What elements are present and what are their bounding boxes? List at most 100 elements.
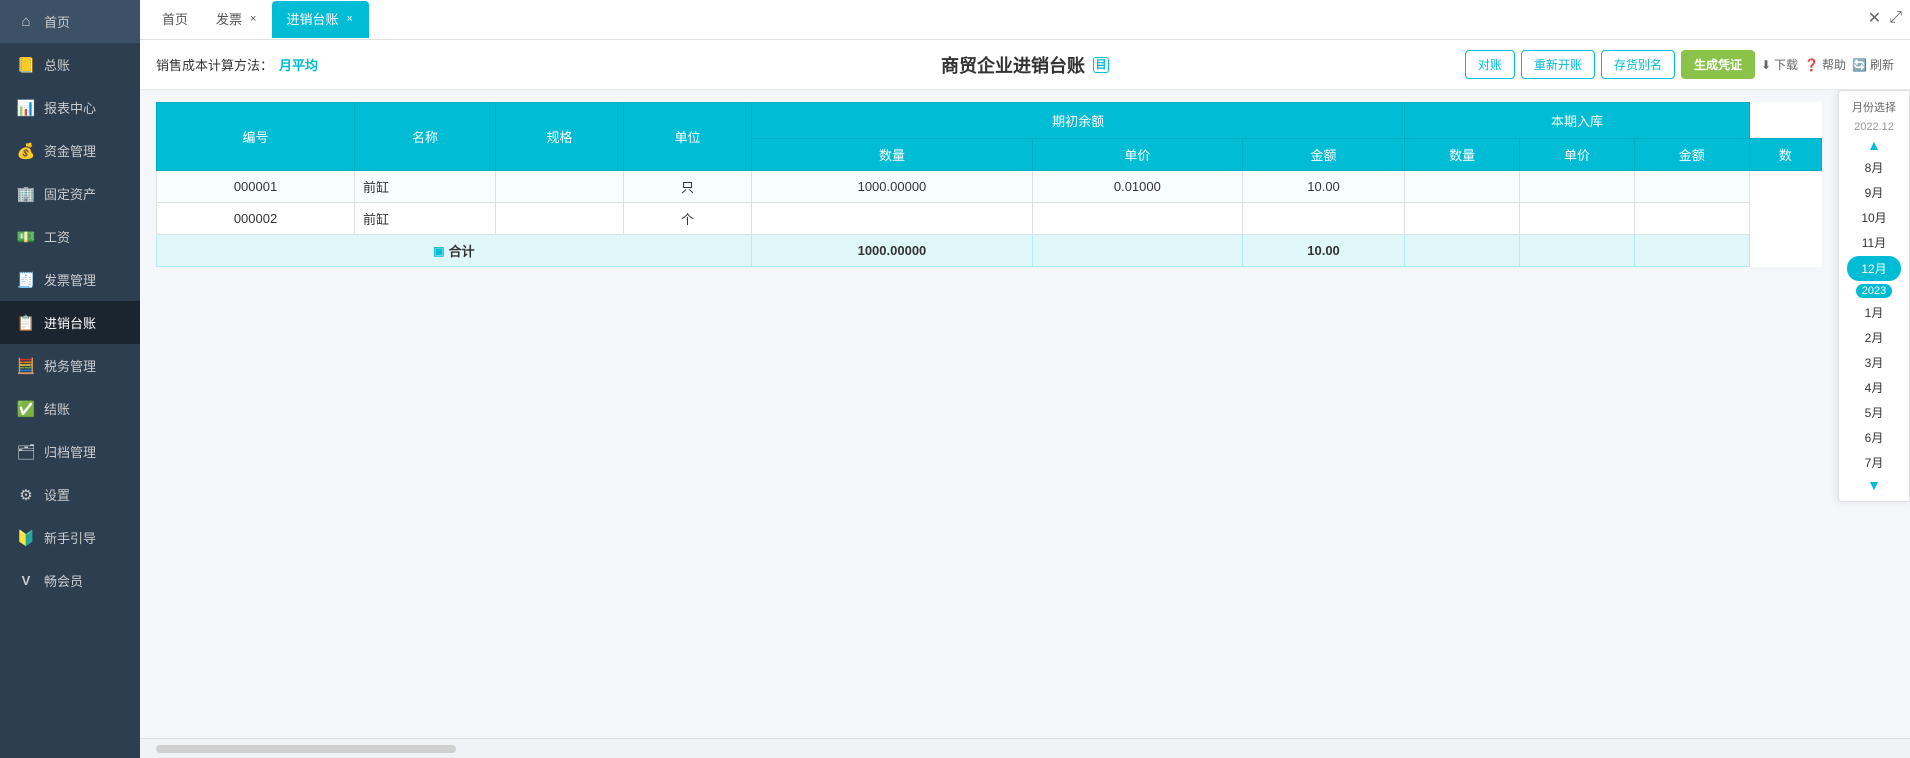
invoice-icon: 🧾 — [16, 271, 36, 289]
col-header-unit: 单位 — [624, 103, 752, 171]
page-title: 商贸企业进销台账 — [941, 52, 1085, 78]
archive-icon: 🗂 — [16, 443, 36, 461]
month-nav-down-button[interactable]: ▼ — [1867, 477, 1881, 493]
shengcheng-button[interactable]: 生成凭证 — [1681, 50, 1755, 79]
sidebar-item-member[interactable]: V 畅会员 — [0, 559, 140, 602]
toolbar-right: 对账 重新开账 存货别名 生成凭证 ⬇ 下载 ❓ 帮助 🔄 刷新 — [1464, 50, 1895, 79]
row-unit: 个 — [624, 203, 752, 235]
row-name: 前缸 — [355, 171, 496, 203]
salary-icon: 💵 — [16, 228, 36, 246]
inventory-table: 编号 名称 规格 单位 期初余额 本期入库 数量 单价 金额 数量 — [156, 102, 1822, 267]
sidebar-item-ledger[interactable]: 📒 总账 — [0, 43, 140, 86]
total-qi-price — [1032, 235, 1242, 267]
row-in-amount — [1634, 203, 1749, 235]
row-spec — [496, 203, 624, 235]
year-2023-badge: 2023 — [1856, 284, 1892, 298]
row-in-qty — [1405, 171, 1520, 203]
sidebar-item-label: 归档管理 — [44, 442, 96, 461]
horizontal-scrollbar[interactable] — [156, 745, 456, 753]
table-row: 000002 前缸 个 — [157, 203, 1822, 235]
col-header-spec: 规格 — [496, 103, 624, 171]
sidebar-item-tax[interactable]: 🧮 税务管理 — [0, 344, 140, 387]
month-item-2023-6[interactable]: 6月 — [1839, 425, 1909, 450]
sidebar-item-assets[interactable]: 🏢 固定资产 — [0, 172, 140, 215]
month-item-10[interactable]: 10月 — [1839, 205, 1909, 230]
help-icon: ❓ — [1804, 58, 1819, 72]
sidebar-item-label: 工资 — [44, 227, 70, 246]
row-qi-price: 0.01000 — [1032, 171, 1242, 203]
total-in-qty — [1405, 235, 1520, 267]
funds-icon: 💰 — [16, 142, 36, 160]
month-item-9[interactable]: 9月 — [1839, 180, 1909, 205]
table-row: 000001 前缸 只 1000.00000 0.01000 10.00 — [157, 171, 1822, 203]
total-row: ▣ 合计 1000.00000 10.00 — [157, 235, 1822, 267]
tab-inventory-close-button[interactable]: × — [344, 13, 354, 25]
row-qi-price — [1032, 203, 1242, 235]
download-button[interactable]: ⬇ 下载 — [1761, 56, 1798, 73]
sidebar-item-label: 首页 — [44, 12, 70, 31]
month-item-2023-4[interactable]: 4月 — [1839, 375, 1909, 400]
sidebar-item-reports[interactable]: 📊 报表中心 — [0, 86, 140, 129]
member-icon: V — [16, 573, 36, 588]
row-spec — [496, 171, 624, 203]
month-item-2023-2[interactable]: 2月 — [1839, 325, 1909, 350]
row-qi-amount — [1242, 203, 1404, 235]
row-qi-qty — [751, 203, 1032, 235]
sidebar-item-settings[interactable]: ⚙ 设置 — [0, 473, 140, 516]
sidebar-item-invoice-mgmt[interactable]: 🧾 发票管理 — [0, 258, 140, 301]
month-nav-up-button[interactable]: ▲ — [1867, 137, 1881, 153]
sidebar-item-label: 结账 — [44, 399, 70, 418]
sidebar-item-salary[interactable]: 💵 工资 — [0, 215, 140, 258]
row-id: 000002 — [157, 203, 355, 235]
close-window-button[interactable]: ✕ — [1868, 8, 1881, 28]
month-item-12[interactable]: 12月 — [1847, 256, 1901, 281]
sidebar-item-inventory[interactable]: 📋 进销台账 — [0, 301, 140, 344]
scrollbar-area — [140, 738, 1910, 758]
reports-icon: 📊 — [16, 99, 36, 117]
sub-col-qi-qty: 数量 — [751, 139, 1032, 171]
tab-bar: 首页 发票 × 进销台账 × — [140, 0, 1910, 40]
col-header-id: 编号 — [157, 103, 355, 171]
sidebar-item-checkout[interactable]: ✅ 结账 — [0, 387, 140, 430]
info-icon[interactable]: 目 — [1093, 57, 1109, 73]
sidebar-item-home[interactable]: ⌂ 首页 — [0, 0, 140, 43]
month-panel-year-2022: 2022.12 — [1850, 119, 1898, 135]
toolbar-center: 商贸企业进销台账 目 — [595, 52, 1456, 78]
maximize-window-button[interactable]: ⤢ — [1889, 8, 1902, 28]
settings-icon: ⚙ — [16, 486, 36, 504]
duizhang-button[interactable]: 对账 — [1465, 50, 1515, 79]
tab-invoice[interactable]: 发票 × — [202, 1, 272, 38]
month-item-11[interactable]: 11月 — [1839, 230, 1909, 255]
cunwei-button[interactable]: 存货别名 — [1601, 50, 1675, 79]
tab-inventory[interactable]: 进销台账 × — [272, 1, 368, 38]
home-icon: ⌂ — [16, 13, 36, 30]
toolbar-left: 销售成本计算方法： 月平均 — [156, 55, 587, 74]
sidebar-item-funds[interactable]: 💰 资金管理 — [0, 129, 140, 172]
sidebar-item-label: 资金管理 — [44, 141, 96, 160]
row-in-qty — [1405, 203, 1520, 235]
sidebar-item-guide[interactable]: 🔰 新手引导 — [0, 516, 140, 559]
month-item-2023-3[interactable]: 3月 — [1839, 350, 1909, 375]
month-item-2023-1[interactable]: 1月 — [1839, 300, 1909, 325]
row-name: 前缸 — [355, 203, 496, 235]
tab-invoice-close-button[interactable]: × — [248, 13, 258, 25]
sidebar-item-archive[interactable]: 🗂 归档管理 — [0, 430, 140, 473]
month-panel-title: 月份选择 — [1848, 97, 1900, 119]
cost-method-label: 销售成本计算方法： — [156, 55, 273, 74]
sub-col-in-price: 单价 — [1520, 139, 1635, 171]
month-item-2023-5[interactable]: 5月 — [1839, 400, 1909, 425]
month-item-2023-7[interactable]: 7月 — [1839, 450, 1909, 475]
chongxin-button[interactable]: 重新开账 — [1521, 50, 1595, 79]
help-button[interactable]: ❓ 帮助 — [1804, 56, 1846, 73]
total-qi-amount: 10.00 — [1242, 235, 1404, 267]
sub-col-in-amount: 金额 — [1634, 139, 1749, 171]
sub-col-in-qty: 数量 — [1405, 139, 1520, 171]
month-item-8[interactable]: 8月 — [1839, 155, 1909, 180]
row-qi-qty: 1000.00000 — [751, 171, 1032, 203]
total-label-text: 合计 — [449, 241, 475, 260]
sub-col-extra: 数 — [1749, 139, 1821, 171]
refresh-button[interactable]: 🔄 刷新 — [1852, 56, 1894, 73]
total-qi-qty: 1000.00000 — [751, 235, 1032, 267]
tab-home[interactable]: 首页 — [148, 1, 202, 38]
sidebar-item-label: 发票管理 — [44, 270, 96, 289]
